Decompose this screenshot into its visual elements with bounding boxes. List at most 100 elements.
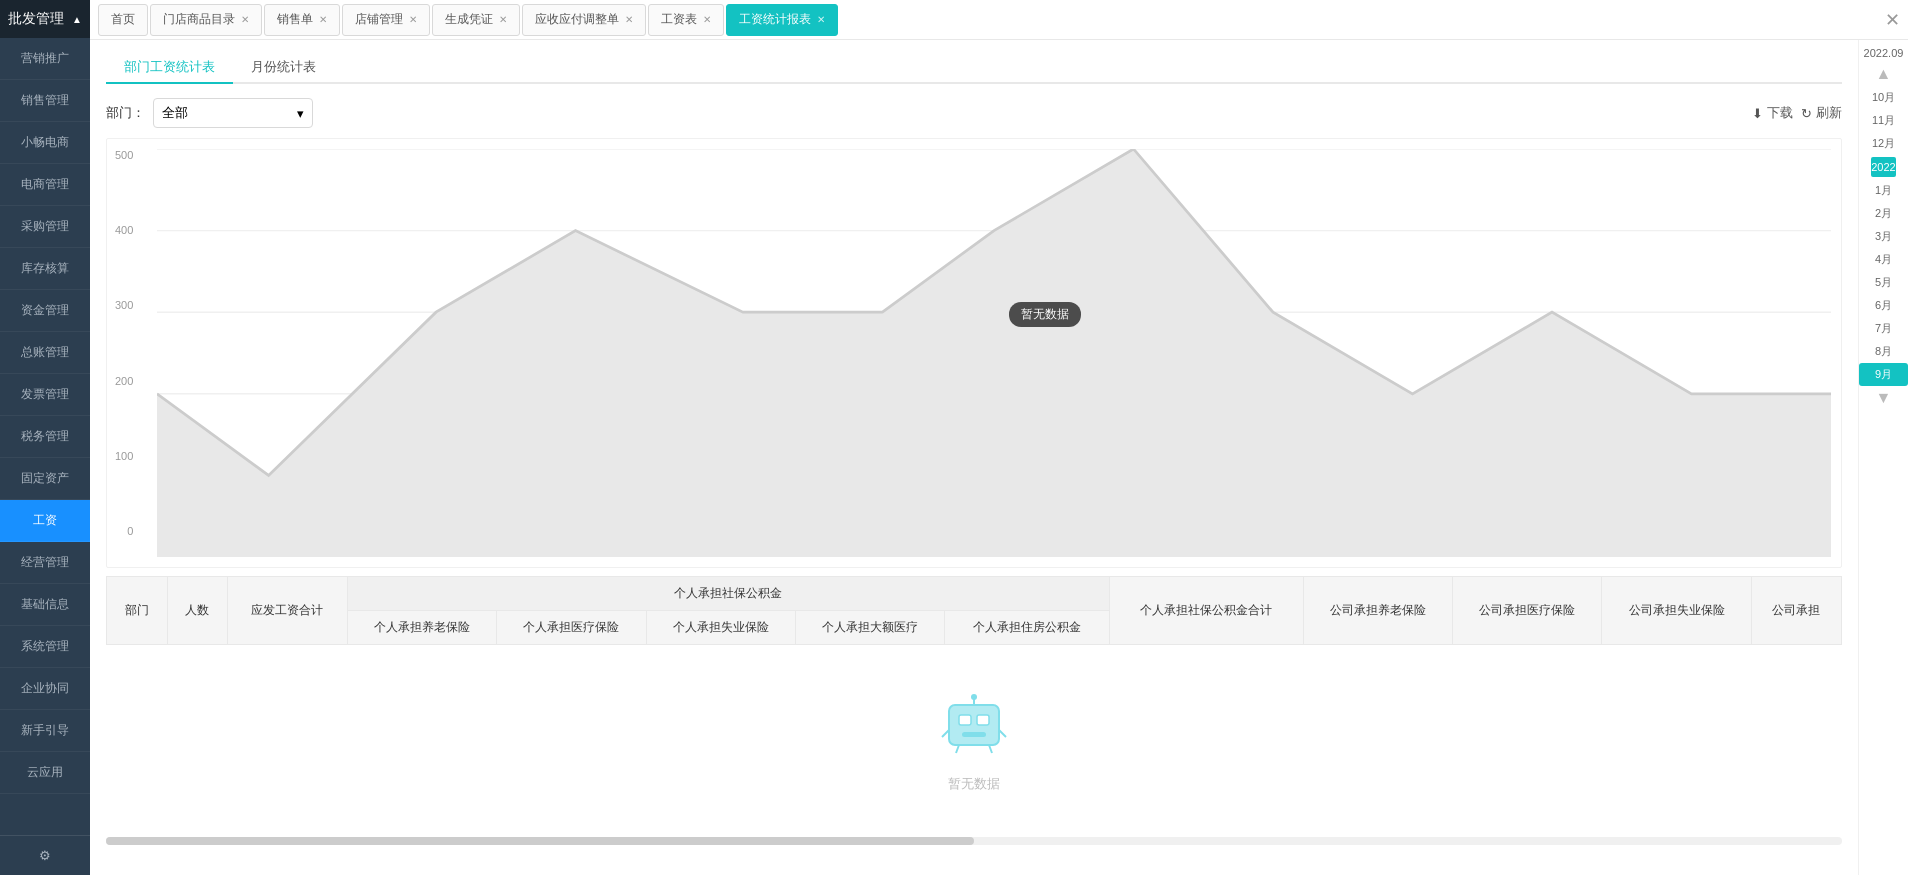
sidebar-item-xitong[interactable]: 系统管理 bbox=[0, 626, 90, 668]
main-content: 首页 门店商品目录 ✕ 销售单 ✕ 店铺管理 ✕ 生成凭证 ✕ 应收应付调整单 … bbox=[90, 0, 1908, 875]
sub-tab-dept[interactable]: 部门工资统计表 bbox=[106, 52, 233, 84]
timeline-nov[interactable]: 11月 bbox=[1859, 109, 1908, 132]
toolbar-actions: ⬇ 下载 ↻ 刷新 bbox=[1752, 104, 1842, 122]
close-icon[interactable]: ✕ bbox=[409, 14, 417, 25]
timeline-panel: 2022.09 ▲ 10月 11月 12月 2022 1月 2月 3月 4月 5… bbox=[1858, 40, 1908, 875]
scroll-thumb[interactable] bbox=[106, 837, 974, 845]
svg-point-12 bbox=[971, 694, 977, 700]
timeline-down-icon[interactable]: ▼ bbox=[1873, 386, 1895, 410]
y-label-0: 0 bbox=[127, 525, 133, 537]
scroll-bar[interactable] bbox=[106, 837, 1842, 845]
chart-y-labels: 500 400 300 200 100 0 bbox=[115, 149, 133, 537]
timeline-oct[interactable]: 10月 bbox=[1859, 86, 1908, 109]
timeline-sep[interactable]: 9月 bbox=[1859, 363, 1908, 386]
sidebar-item-jingying[interactable]: 经营管理 bbox=[0, 542, 90, 584]
sidebar-item-shuiwu[interactable]: 税务管理 bbox=[0, 416, 90, 458]
sidebar-item-xiaochang[interactable]: 小畅电商 bbox=[0, 122, 90, 164]
svg-rect-7 bbox=[949, 705, 999, 745]
timeline-jul[interactable]: 7月 bbox=[1859, 317, 1908, 340]
th-count: 人数 bbox=[167, 577, 228, 645]
empty-label: 暂无数据 bbox=[948, 775, 1000, 793]
close-all-icon: ✕ bbox=[1885, 9, 1900, 31]
sidebar-item-zongzhang[interactable]: 总账管理 bbox=[0, 332, 90, 374]
sidebar-arrow-icon: ▲ bbox=[72, 14, 82, 25]
timeline-apr[interactable]: 4月 bbox=[1859, 248, 1908, 271]
filter-label: 部门： bbox=[106, 104, 145, 122]
close-icon[interactable]: ✕ bbox=[241, 14, 249, 25]
timeline-feb[interactable]: 2月 bbox=[1859, 202, 1908, 225]
th-company-medical: 公司承担医疗保险 bbox=[1452, 577, 1601, 645]
timeline-up-icon[interactable]: ▲ bbox=[1873, 62, 1895, 86]
gear-icon: ⚙ bbox=[39, 848, 51, 863]
dept-select[interactable]: 全部 ▾ bbox=[153, 98, 313, 128]
svg-marker-6 bbox=[157, 149, 1831, 557]
th-personal-total: 个人承担社保公积金合计 bbox=[1109, 577, 1303, 645]
tab-store-mgmt[interactable]: 店铺管理 ✕ bbox=[342, 4, 430, 36]
svg-line-15 bbox=[956, 745, 959, 753]
th-total-salary: 应发工资合计 bbox=[228, 577, 348, 645]
th-personal-insurance-group: 个人承担社保公积金 bbox=[347, 577, 1109, 611]
page-content: 部门工资统计表 月份统计表 部门： 全部 ▾ ⬇ bbox=[90, 40, 1858, 875]
close-icon[interactable]: ✕ bbox=[817, 14, 825, 25]
y-label-300: 300 bbox=[115, 299, 133, 311]
close-icon[interactable]: ✕ bbox=[499, 14, 507, 25]
table-section: 部门 人数 应发工资合计 个人承担社保公积金 个人承担社保公积金合计 公司承担养… bbox=[106, 576, 1842, 845]
tab-payroll[interactable]: 工资表 ✕ bbox=[648, 4, 724, 36]
sidebar-item-zijin[interactable]: 资金管理 bbox=[0, 290, 90, 332]
tab-ar-ap[interactable]: 应收应付调整单 ✕ bbox=[522, 4, 646, 36]
sub-tab-month[interactable]: 月份统计表 bbox=[233, 52, 334, 84]
svg-rect-10 bbox=[962, 732, 986, 737]
sidebar-item-qiye[interactable]: 企业协同 bbox=[0, 668, 90, 710]
sidebar-top[interactable]: 批发管理 ▲ bbox=[0, 0, 90, 38]
tab-home[interactable]: 首页 bbox=[98, 4, 148, 36]
download-icon: ⬇ bbox=[1752, 106, 1763, 121]
timeline-may[interactable]: 5月 bbox=[1859, 271, 1908, 294]
close-icon[interactable]: ✕ bbox=[625, 14, 633, 25]
sidebar-item-gudingzichan[interactable]: 固定资产 bbox=[0, 458, 90, 500]
sidebar-settings[interactable]: ⚙ bbox=[0, 835, 90, 875]
timeline-jan[interactable]: 1月 bbox=[1859, 179, 1908, 202]
timeline-year-2022[interactable]: 2022 bbox=[1871, 157, 1895, 177]
download-label: 下载 bbox=[1767, 104, 1793, 122]
th-company-unemploy: 公司承担失业保险 bbox=[1602, 577, 1751, 645]
svg-rect-9 bbox=[977, 715, 989, 725]
timeline-dec[interactable]: 12月 bbox=[1859, 132, 1908, 155]
timeline-jun[interactable]: 6月 bbox=[1859, 294, 1908, 317]
refresh-action[interactable]: ↻ 刷新 bbox=[1801, 104, 1842, 122]
sidebar-item-dianshang[interactable]: 电商管理 bbox=[0, 164, 90, 206]
timeline-aug[interactable]: 8月 bbox=[1859, 340, 1908, 363]
chart-svg bbox=[157, 149, 1831, 557]
sidebar-item-caigou[interactable]: 采购管理 bbox=[0, 206, 90, 248]
close-icon[interactable]: ✕ bbox=[319, 14, 327, 25]
refresh-icon: ↻ bbox=[1801, 106, 1812, 121]
refresh-label: 刷新 bbox=[1816, 104, 1842, 122]
tab-payroll-report[interactable]: 工资统计报表 ✕ bbox=[726, 4, 838, 36]
y-label-200: 200 bbox=[115, 375, 133, 387]
y-label-500: 500 bbox=[115, 149, 133, 161]
dept-select-value: 全部 bbox=[162, 104, 188, 122]
timeline-mar[interactable]: 3月 bbox=[1859, 225, 1908, 248]
table-header-row-1: 部门 人数 应发工资合计 个人承担社保公积金 个人承担社保公积金合计 公司承担养… bbox=[107, 577, 1842, 611]
sidebar-item-fapiao[interactable]: 发票管理 bbox=[0, 374, 90, 416]
sidebar-item-gongzi[interactable]: 工资 bbox=[0, 500, 90, 542]
sidebar-item-xiaoshou[interactable]: 销售管理 bbox=[0, 80, 90, 122]
sidebar-item-kucun[interactable]: 库存核算 bbox=[0, 248, 90, 290]
th-company-other: 公司承担 bbox=[1751, 577, 1841, 645]
sidebar-item-yingxiao[interactable]: 营销推广 bbox=[0, 38, 90, 80]
y-label-100: 100 bbox=[115, 450, 133, 462]
tab-voucher[interactable]: 生成凭证 ✕ bbox=[432, 4, 520, 36]
chart-tooltip: 暂无数据 bbox=[1009, 302, 1081, 327]
sidebar-item-xinshou[interactable]: 新手引导 bbox=[0, 710, 90, 752]
timeline-current-year: 2022.09 bbox=[1859, 44, 1908, 62]
th-personal-unemploy: 个人承担失业保险 bbox=[646, 611, 795, 645]
download-action[interactable]: ⬇ 下载 bbox=[1752, 104, 1793, 122]
sub-tabs: 部门工资统计表 月份统计表 bbox=[106, 52, 1842, 84]
th-personal-pension: 个人承担养老保险 bbox=[347, 611, 496, 645]
tab-sales-order[interactable]: 销售单 ✕ bbox=[264, 4, 340, 36]
sidebar-item-yunyingyong[interactable]: 云应用 bbox=[0, 752, 90, 794]
th-personal-housing: 个人承担住房公积金 bbox=[945, 611, 1109, 645]
tab-store-catalog[interactable]: 门店商品目录 ✕ bbox=[150, 4, 262, 36]
close-all-tabs[interactable]: ✕ bbox=[1885, 9, 1900, 31]
close-icon[interactable]: ✕ bbox=[703, 14, 711, 25]
sidebar-item-jichu[interactable]: 基础信息 bbox=[0, 584, 90, 626]
